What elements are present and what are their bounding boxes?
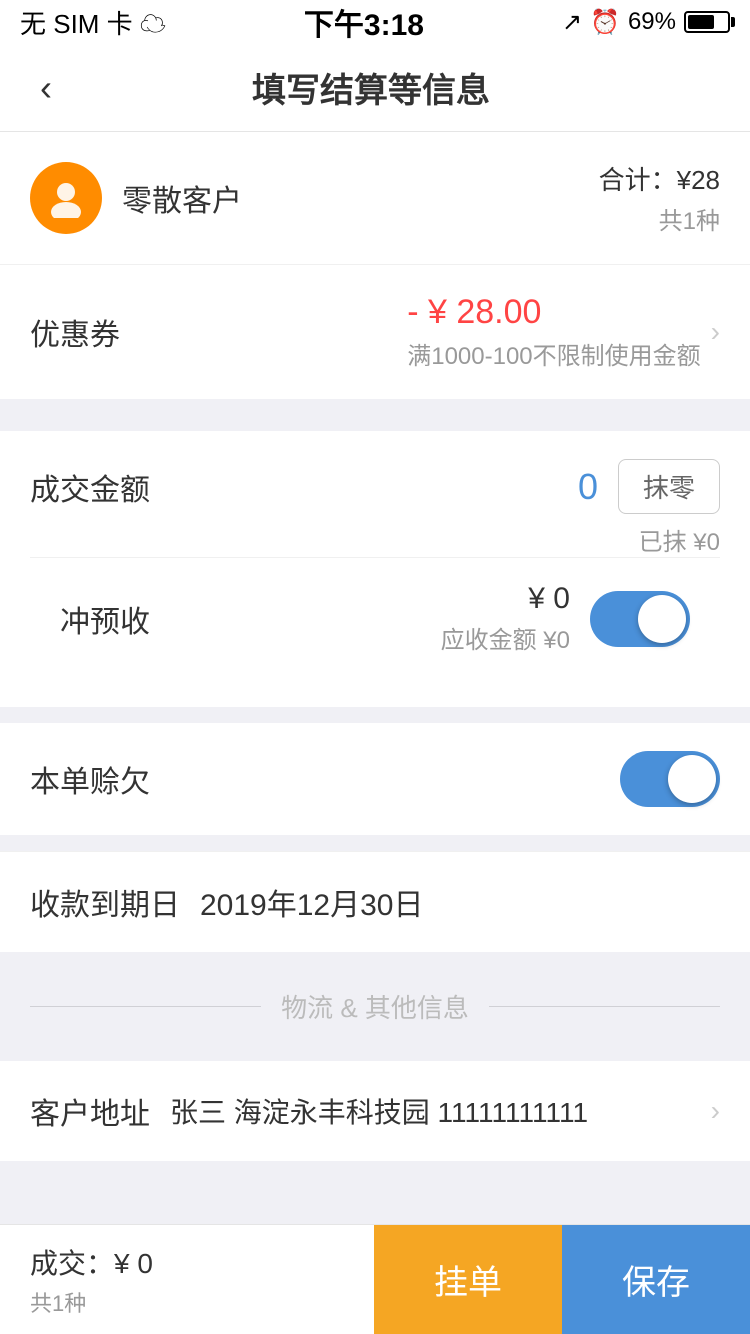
- customer-left: 零散客户: [30, 162, 242, 234]
- deal-label: 成交：: [30, 1248, 114, 1279]
- hold-button[interactable]: 挂单: [374, 1225, 562, 1334]
- debt-toggle[interactable]: [620, 751, 720, 807]
- no-sim-label: 无 SIM 卡 ☁: [20, 4, 166, 41]
- due-date-section: 收款到期日 2019年12月30日: [0, 851, 750, 952]
- section-divider-3: [0, 952, 750, 968]
- battery-label: 69%: [628, 8, 676, 36]
- prepay-toggle[interactable]: [590, 591, 690, 647]
- bottom-summary: 成交：¥ 0 共1种: [0, 1242, 374, 1318]
- amount-value: 0: [578, 466, 598, 508]
- section-divider-1: [0, 415, 750, 431]
- address-chevron-icon: ›: [711, 1095, 720, 1127]
- page-title: 填写结算等信息: [62, 63, 680, 112]
- already-rounded-label: 已抹 ¥0: [639, 529, 720, 556]
- bottom-bar: 成交：¥ 0 共1种 挂单 保存: [0, 1224, 750, 1334]
- amount-label: 成交金额: [30, 465, 150, 509]
- customer-name: 零散客户: [122, 176, 242, 220]
- due-date-label: 收款到期日: [30, 880, 180, 924]
- location-icon: ↗: [562, 8, 582, 37]
- status-bar: 无 SIM 卡 ☁ 下午3:18 ↗ ⏰ 69%: [0, 0, 750, 44]
- toggle-knob: [638, 595, 686, 643]
- customer-section: 零散客户 合计：¥28 共1种 优惠券 - ¥ 28.00 满1000-100不…: [0, 132, 750, 399]
- deal-amount: ¥ 0: [114, 1248, 153, 1279]
- save-button[interactable]: 保存: [562, 1225, 750, 1334]
- prepay-sub: 应收金额 ¥0: [441, 620, 570, 655]
- due-date-content: 收款到期日 2019年12月30日: [30, 880, 720, 924]
- bottom-count: 共1种: [30, 1286, 344, 1318]
- section-divider-2: [0, 707, 750, 723]
- divider-line-left: [30, 1006, 261, 1007]
- status-left: 无 SIM 卡 ☁: [20, 4, 166, 41]
- logistics-divider: 物流 & 其他信息: [0, 968, 750, 1045]
- divider-line-right: [489, 1006, 720, 1007]
- prepay-amount-group: ¥ 0 应收金额 ¥0: [441, 582, 570, 655]
- address-section[interactable]: 客户地址 张三 海淀永丰科技园 11111111111 ›: [0, 1061, 750, 1161]
- coupon-right: - ¥ 28.00 满1000-100不限制使用金额 ›: [407, 293, 720, 371]
- amount-right-group: 0 抹零: [578, 459, 720, 514]
- debt-label: 本单赊欠: [30, 757, 150, 801]
- alarm-icon: ⏰: [590, 8, 620, 37]
- battery-icon: [684, 11, 730, 33]
- logistics-label: 物流 & 其他信息: [281, 988, 469, 1025]
- prepay-right: ¥ 0 应收金额 ¥0: [441, 582, 690, 655]
- debt-toggle-knob: [668, 755, 716, 803]
- customer-row: 零散客户 合计：¥28 共1种: [0, 132, 750, 264]
- nav-bar: ‹ 填写结算等信息: [0, 44, 750, 132]
- prepay-row: 冲预收 ¥ 0 应收金额 ¥0: [30, 557, 720, 679]
- amount-row: 成交金额 0 抹零: [30, 459, 720, 514]
- coupon-label: 优惠券: [30, 310, 120, 354]
- chevron-right-icon: ›: [711, 316, 720, 348]
- status-right: ↗ ⏰ 69%: [562, 8, 730, 37]
- debt-section: 本单赊欠: [0, 723, 750, 835]
- coupon-right-text: - ¥ 28.00 满1000-100不限制使用金额: [407, 293, 700, 371]
- due-date-value: 2019年12月30日: [200, 880, 423, 924]
- round-off-button[interactable]: 抹零: [618, 459, 720, 514]
- section-divider-4: [0, 1045, 750, 1061]
- total-label: 合计：¥28: [599, 160, 720, 197]
- content-area: 零散客户 合计：¥28 共1种 优惠券 - ¥ 28.00 满1000-100不…: [0, 132, 750, 1297]
- back-button[interactable]: ‹: [30, 57, 62, 119]
- total-count: 共1种: [599, 201, 720, 236]
- avatar: [30, 162, 102, 234]
- bottom-deal-amount: 成交：¥ 0: [30, 1242, 344, 1282]
- customer-right: 合计：¥28 共1种: [599, 160, 720, 236]
- amount-section: 成交金额 0 抹零 已抹 ¥0 冲预收 ¥ 0 应收金额 ¥0: [0, 431, 750, 707]
- address-value: 张三 海淀永丰科技园 11111111111: [170, 1091, 691, 1131]
- coupon-value: - ¥ 28.00: [407, 293, 700, 332]
- prepay-label: 冲预收: [60, 597, 150, 641]
- address-label: 客户地址: [30, 1089, 150, 1133]
- status-time: 下午3:18: [304, 0, 424, 44]
- coupon-desc: 满1000-100不限制使用金额: [407, 336, 700, 371]
- prepay-amount: ¥ 0: [441, 582, 570, 616]
- coupon-row[interactable]: 优惠券 - ¥ 28.00 满1000-100不限制使用金额 ›: [0, 264, 750, 399]
